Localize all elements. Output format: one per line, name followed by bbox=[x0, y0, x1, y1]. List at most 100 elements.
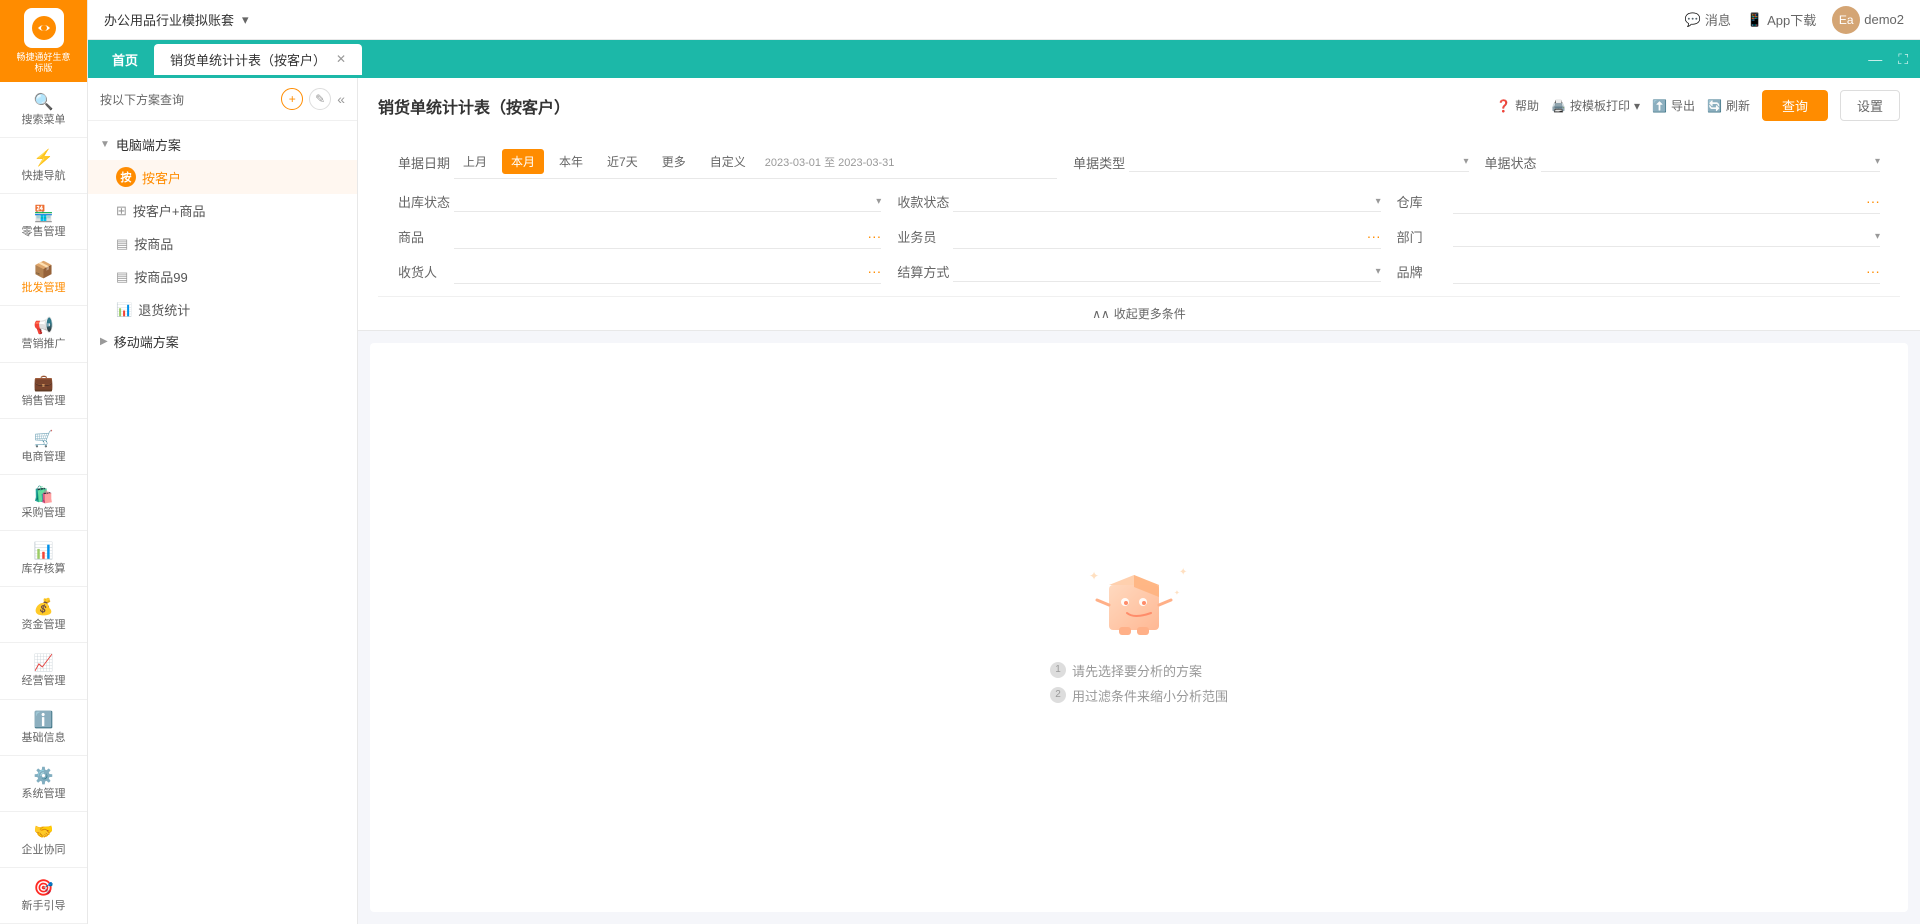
sidebar-item-wholesale-mgmt[interactable]: 📦 批发管理 bbox=[0, 250, 87, 306]
sidebar-item-label: 经营管理 bbox=[22, 675, 66, 688]
date-btn-last-7[interactable]: 近7天 bbox=[598, 149, 647, 174]
sidebar-item-label: 批发管理 bbox=[22, 282, 66, 295]
tree-item-return-stats[interactable]: 📊 退货统计 bbox=[88, 293, 357, 326]
filter-receiver-control[interactable]: ··· bbox=[454, 259, 881, 284]
tree-group-label: 移动端方案 bbox=[114, 332, 179, 351]
messages-btn[interactable]: 💬 消息 bbox=[1685, 10, 1731, 29]
tab-home[interactable]: 首页 bbox=[96, 44, 154, 75]
filter-brand: 品牌 ··· bbox=[1397, 259, 1880, 284]
user-menu-btn[interactable]: Ea demo2 bbox=[1832, 6, 1904, 34]
topbar-right: 💬 消息 📱 App下载 Ea demo2 bbox=[1685, 6, 1904, 34]
sidebar-item-sales-mgmt[interactable]: 💼 销售管理 bbox=[0, 363, 87, 419]
filter-doc-type-control[interactable]: ▾ bbox=[1129, 152, 1468, 172]
search-icon: 🔍 bbox=[34, 92, 54, 112]
tree-item-by-customer-goods[interactable]: ⊞ 按客户+商品 bbox=[88, 194, 357, 227]
goods-dots-icon[interactable]: ··· bbox=[867, 228, 881, 244]
sidebar-item-purchase-mgmt[interactable]: 🛍️ 采购管理 bbox=[0, 475, 87, 531]
add-plan-btn[interactable]: + bbox=[281, 88, 303, 110]
filter-goods: 商品 ··· bbox=[398, 224, 881, 249]
onboarding-icon: 🎯 bbox=[34, 878, 54, 898]
content-area: 按以下方案查询 + ✎ « ▼ 电脑端方案 bbox=[88, 78, 1920, 924]
tree-group-mobile[interactable]: ▶ 移动端方案 bbox=[88, 326, 357, 357]
topbar: 办公用品行业模拟账套 ▾ 💬 消息 📱 App下载 Ea demo2 bbox=[88, 0, 1920, 40]
tab-sales-stats[interactable]: 销货单统计计表（按客户） ✕ bbox=[154, 44, 362, 75]
filter-doc-status-control[interactable]: ▾ bbox=[1541, 152, 1880, 172]
sidebar-item-system-mgmt[interactable]: ⚙️ 系统管理 bbox=[0, 756, 87, 812]
sidebar-item-ecommerce[interactable]: 🛒 电商管理 bbox=[0, 419, 87, 475]
tree-item-by-goods-99[interactable]: ▤ 按商品99 bbox=[88, 260, 357, 293]
out-status-dropdown-icon[interactable]: ▾ bbox=[876, 196, 881, 207]
tabbar-actions: — ⛶ bbox=[1864, 47, 1912, 72]
table2-icon: ▤ bbox=[116, 269, 128, 285]
filter-out-status-control[interactable]: ▾ bbox=[454, 192, 881, 212]
print-btn[interactable]: 🖨️ 按模板打印 ▾ bbox=[1551, 97, 1640, 114]
minimize-icon[interactable]: — bbox=[1864, 47, 1886, 71]
date-btn-last-month[interactable]: 上月 bbox=[454, 149, 496, 174]
settings-button[interactable]: 设置 bbox=[1840, 90, 1900, 121]
brand-dots-icon[interactable]: ··· bbox=[1866, 263, 1880, 279]
filter-salesman-control[interactable]: ··· bbox=[953, 224, 1380, 249]
svg-text:✦: ✦ bbox=[1174, 589, 1180, 597]
svg-text:✦: ✦ bbox=[1089, 569, 1099, 583]
sidebar-item-search-menu[interactable]: 🔍 搜索菜单 bbox=[0, 82, 87, 138]
tree-item-by-goods[interactable]: ▤ 按商品 bbox=[88, 227, 357, 260]
date-btn-this-month[interactable]: 本月 bbox=[502, 149, 544, 174]
close-tab-icon[interactable]: ✕ bbox=[336, 52, 346, 66]
filter-receipt-status-control[interactable]: ▾ bbox=[953, 192, 1380, 212]
receiver-dots-icon[interactable]: ··· bbox=[867, 263, 881, 279]
enterprise-icon: 🤝 bbox=[34, 822, 54, 842]
department-dropdown-icon[interactable]: ▾ bbox=[1875, 231, 1880, 242]
expand-icon: ▶ bbox=[100, 336, 108, 347]
sidebar-item-basic-info[interactable]: ℹ️ 基础信息 bbox=[0, 700, 87, 756]
collapse-more-label: 收起更多条件 bbox=[1114, 305, 1186, 322]
filter-goods-control[interactable]: ··· bbox=[454, 224, 881, 249]
collapse-panel-btn[interactable]: « bbox=[337, 91, 345, 107]
filter-settlement-control[interactable]: ▾ bbox=[953, 262, 1380, 282]
collapse-more-btn[interactable]: ∧∧ 收起更多条件 bbox=[378, 296, 1900, 330]
warehouse-dots-icon[interactable]: ··· bbox=[1866, 193, 1880, 209]
sidebar-item-enterprise[interactable]: 🤝 企业协同 bbox=[0, 812, 87, 868]
refresh-btn[interactable]: 🔄 刷新 bbox=[1707, 97, 1750, 114]
receipt-status-dropdown-icon[interactable]: ▾ bbox=[1376, 196, 1381, 207]
export-btn[interactable]: ⬆️ 导出 bbox=[1652, 97, 1695, 114]
refresh-icon: 🔄 bbox=[1707, 99, 1722, 113]
date-btn-more[interactable]: 更多 bbox=[653, 149, 695, 174]
filter-brand-control[interactable]: ··· bbox=[1453, 259, 1880, 284]
sidebar-item-label: 电商管理 bbox=[22, 451, 66, 464]
topbar-dropdown[interactable]: ▾ bbox=[242, 12, 249, 28]
sidebar-item-label: 采购管理 bbox=[22, 507, 66, 520]
doc-status-dropdown-icon[interactable]: ▾ bbox=[1875, 156, 1880, 167]
settlement-dropdown-icon[interactable]: ▾ bbox=[1376, 266, 1381, 277]
edit-plan-btn[interactable]: ✎ bbox=[309, 88, 331, 110]
maximize-icon[interactable]: ⛶ bbox=[1894, 47, 1912, 72]
sidebar-item-label: 搜索菜单 bbox=[22, 114, 66, 127]
query-button[interactable]: 查询 bbox=[1762, 90, 1828, 121]
filter-date: 单据日期 上月 本月 本年 近7天 更多 自定义 2023-03-01 至 20… bbox=[398, 145, 1057, 179]
svg-text:✦: ✦ bbox=[1179, 567, 1187, 578]
sidebar-item-quick-nav[interactable]: ⚡ 快捷导航 bbox=[0, 138, 87, 194]
date-btn-this-year[interactable]: 本年 bbox=[550, 149, 592, 174]
tree-item-by-customer[interactable]: 按 按客户 bbox=[88, 160, 357, 194]
doc-type-dropdown-icon[interactable]: ▾ bbox=[1464, 156, 1469, 167]
help-btn[interactable]: ❓ 帮助 bbox=[1496, 97, 1539, 114]
sidebar-item-operations[interactable]: 📈 经营管理 bbox=[0, 643, 87, 699]
tree-group-desktop[interactable]: ▼ 电脑端方案 bbox=[88, 129, 357, 160]
right-panel: 销货单统计计表（按客户） ❓ 帮助 🖨️ 按模板打印 ▾ ⬆️ bbox=[358, 78, 1920, 924]
filter-department-control[interactable]: ▾ bbox=[1453, 227, 1880, 247]
salesman-dots-icon[interactable]: ··· bbox=[1367, 228, 1381, 244]
date-btn-custom[interactable]: 自定义 bbox=[701, 149, 755, 174]
sidebar-item-inventory[interactable]: 📊 库存核算 bbox=[0, 531, 87, 587]
finance-icon: 💰 bbox=[34, 597, 54, 617]
sidebar-item-finance-mgmt[interactable]: 💰 资金管理 bbox=[0, 587, 87, 643]
filter-warehouse-control[interactable]: ··· bbox=[1453, 189, 1880, 214]
app-download-btn[interactable]: 📱 App下载 bbox=[1747, 10, 1816, 29]
filter-receipt-status: 收款状态 ▾ bbox=[897, 192, 1380, 212]
sidebar-item-retail-mgmt[interactable]: 🏪 零售管理 bbox=[0, 194, 87, 250]
sidebar-item-onboarding[interactable]: 🎯 新手引导 bbox=[0, 868, 87, 924]
tip-num-2: 2 bbox=[1050, 687, 1066, 703]
tree-section: ▼ 电脑端方案 按 按客户 ⊞ 按客户+商品 ▤ 按商品 bbox=[88, 121, 357, 365]
filter-out-status-label: 出库状态 bbox=[398, 192, 454, 211]
sidebar-item-marketing[interactable]: 📢 营销推广 bbox=[0, 306, 87, 362]
left-panel-actions: + ✎ « bbox=[281, 88, 345, 110]
tree-item-label: 按商品99 bbox=[134, 267, 187, 286]
